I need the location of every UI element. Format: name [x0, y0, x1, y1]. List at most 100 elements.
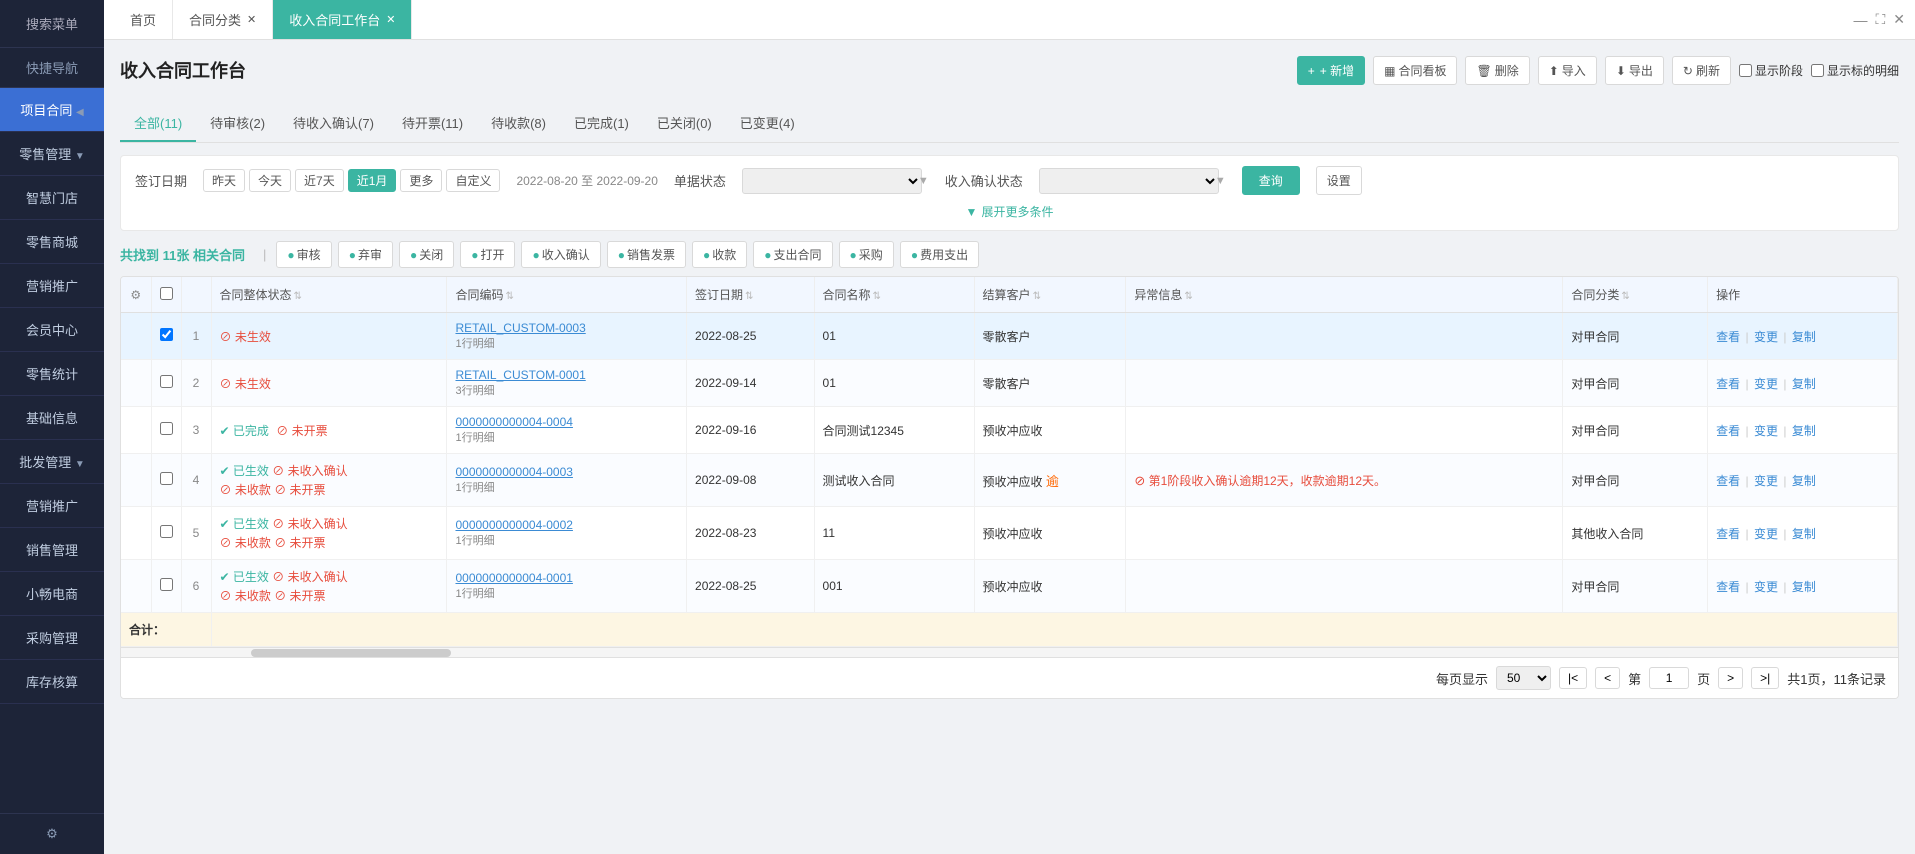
- horizontal-scrollbar[interactable]: [121, 647, 1898, 657]
- expand-filter-btn[interactable]: ▼ 展开更多条件: [966, 203, 1054, 220]
- row2-view-btn[interactable]: 查看: [1716, 377, 1740, 391]
- sidebar-item-wholesale[interactable]: 批发管理 ▼: [0, 440, 104, 484]
- show-mark-input[interactable]: [1811, 64, 1824, 77]
- tab-home[interactable]: 首页: [114, 0, 173, 39]
- minimize-icon[interactable]: —: [1853, 12, 1867, 28]
- tab-close-income-workbench[interactable]: ✕: [386, 13, 395, 26]
- new-button[interactable]: ++ 新增: [1297, 56, 1365, 85]
- row3-view-btn[interactable]: 查看: [1716, 424, 1740, 438]
- close-contract-btn[interactable]: ● 关闭: [399, 241, 454, 268]
- row5-view-btn[interactable]: 查看: [1716, 527, 1740, 541]
- row6-code-link[interactable]: 0000000000004-0001: [455, 571, 678, 585]
- sidebar-item-retail-mall[interactable]: 零售商城: [0, 220, 104, 264]
- row3-copy-btn[interactable]: 复制: [1792, 424, 1816, 438]
- row6-copy-btn[interactable]: 复制: [1792, 580, 1816, 594]
- delete-button[interactable]: 🗑删除: [1465, 56, 1529, 85]
- refresh-button[interactable]: ↻刷新: [1672, 56, 1731, 85]
- row1-code-link[interactable]: RETAIL_CUSTOM-0003: [455, 321, 678, 335]
- maximize-icon[interactable]: ⛶: [1875, 11, 1885, 28]
- col-name[interactable]: 合同名称⇅: [814, 277, 974, 313]
- first-page-btn[interactable]: |<: [1559, 667, 1587, 689]
- sidebar-item-marketing[interactable]: 营销推广: [0, 264, 104, 308]
- tab-contract-category[interactable]: 合同分类 ✕: [173, 0, 273, 39]
- date-today[interactable]: 今天: [249, 169, 291, 192]
- sidebar-item-project[interactable]: 项目合同 ◀: [0, 88, 104, 132]
- last-page-btn[interactable]: >|: [1751, 667, 1779, 689]
- row5-checkbox[interactable]: [151, 507, 181, 560]
- collect-btn[interactable]: ● 收款: [692, 241, 747, 268]
- contract-panel-button[interactable]: ▦合同看板: [1373, 56, 1457, 85]
- row6-view-btn[interactable]: 查看: [1716, 580, 1740, 594]
- sidebar-item-smart-store[interactable]: 智慧门店: [0, 176, 104, 220]
- close-icon[interactable]: ✕: [1893, 11, 1905, 28]
- row3-checkbox[interactable]: [151, 407, 181, 454]
- row1-view-btn[interactable]: 查看: [1716, 330, 1740, 344]
- status-tab-pending-income[interactable]: 待收入确认(7): [279, 105, 388, 142]
- audit-btn[interactable]: ● 审核: [276, 241, 331, 268]
- prev-page-btn[interactable]: <: [1595, 667, 1620, 689]
- sidebar-nav[interactable]: 快捷导航: [0, 48, 104, 88]
- tab-close-contract-category[interactable]: ✕: [247, 13, 256, 26]
- sidebar-item-member[interactable]: 会员中心: [0, 308, 104, 352]
- next-page-btn[interactable]: >: [1718, 667, 1743, 689]
- row6-change-btn[interactable]: 变更: [1754, 580, 1778, 594]
- date-yesterday[interactable]: 昨天: [203, 169, 245, 192]
- sidebar-item-sales-mgmt[interactable]: 销售管理: [0, 528, 104, 572]
- col-abnormal[interactable]: 异常信息⇅: [1126, 277, 1563, 313]
- col-status[interactable]: 合同整体状态⇅: [211, 277, 447, 313]
- status-tab-changed[interactable]: 已变更(4): [726, 105, 809, 142]
- sidebar-settings[interactable]: ⚙: [0, 813, 104, 854]
- filter-settings-button[interactable]: 设置: [1316, 166, 1362, 195]
- sidebar-item-stock[interactable]: 库存核算: [0, 660, 104, 704]
- status-tab-pending-payment[interactable]: 待收款(8): [477, 105, 560, 142]
- sidebar-item-retail-stats[interactable]: 零售统计: [0, 352, 104, 396]
- select-all-checkbox[interactable]: [160, 287, 173, 300]
- tab-income-workbench[interactable]: 收入合同工作台 ✕: [273, 0, 412, 39]
- row4-change-btn[interactable]: 变更: [1754, 474, 1778, 488]
- doc-status-select[interactable]: [742, 168, 922, 194]
- row2-copy-btn[interactable]: 复制: [1792, 377, 1816, 391]
- row6-checkbox[interactable]: [151, 560, 181, 613]
- cost-out-btn[interactable]: ● 费用支出: [900, 241, 979, 268]
- sidebar-item-ecommerce[interactable]: 小畅电商: [0, 572, 104, 616]
- row4-view-btn[interactable]: 查看: [1716, 474, 1740, 488]
- sidebar-item-purchase[interactable]: 采购管理: [0, 616, 104, 660]
- row5-code-link[interactable]: 0000000000004-0002: [455, 518, 678, 532]
- expense-out-btn[interactable]: ● 支出合同: [753, 241, 832, 268]
- show-stage-checkbox[interactable]: 显示阶段: [1739, 62, 1803, 79]
- row2-checkbox[interactable]: [151, 360, 181, 407]
- row1-checkbox[interactable]: [151, 313, 181, 360]
- row4-copy-btn[interactable]: 复制: [1792, 474, 1816, 488]
- sidebar-item-marketing2[interactable]: 营销推广: [0, 484, 104, 528]
- row1-change-btn[interactable]: 变更: [1754, 330, 1778, 344]
- col-sign-date[interactable]: 签订日期⇅: [687, 277, 815, 313]
- sales-invoice-btn[interactable]: ● 销售发票: [607, 241, 686, 268]
- show-mark-checkbox[interactable]: 显示标的明细: [1811, 62, 1899, 79]
- row2-code-link[interactable]: RETAIL_CUSTOM-0001: [455, 368, 678, 382]
- status-tab-completed[interactable]: 已完成(1): [560, 105, 643, 142]
- purchase-btn[interactable]: ● 采购: [839, 241, 894, 268]
- col-code[interactable]: 合同编码⇅: [447, 277, 687, 313]
- row3-change-btn[interactable]: 变更: [1754, 424, 1778, 438]
- status-tab-all[interactable]: 全部(11): [120, 105, 196, 142]
- row3-code-link[interactable]: 0000000000004-0004: [455, 415, 678, 429]
- col-customer[interactable]: 结算客户⇅: [974, 277, 1126, 313]
- row5-copy-btn[interactable]: 复制: [1792, 527, 1816, 541]
- print-btn[interactable]: ● 打开: [460, 241, 515, 268]
- date-more[interactable]: 更多: [400, 169, 442, 192]
- date-1month[interactable]: 近1月: [348, 169, 397, 192]
- show-stage-input[interactable]: [1739, 64, 1752, 77]
- import-button[interactable]: ⬆导入: [1538, 56, 1597, 85]
- col-category[interactable]: 合同分类⇅: [1563, 277, 1708, 313]
- export-button[interactable]: ⬇导出: [1605, 56, 1664, 85]
- abandon-btn[interactable]: ● 弃审: [338, 241, 393, 268]
- status-tab-closed[interactable]: 已关闭(0): [643, 105, 726, 142]
- scrollbar-thumb[interactable]: [251, 649, 451, 657]
- income-confirm-select[interactable]: [1039, 168, 1219, 194]
- sidebar-item-retail[interactable]: 零售管理 ▼: [0, 132, 104, 176]
- row4-code-link[interactable]: 0000000000004-0003: [455, 465, 678, 479]
- row4-checkbox[interactable]: [151, 454, 181, 507]
- page-size-select[interactable]: 50 10 20 100: [1496, 666, 1551, 690]
- col-gear[interactable]: ⚙: [121, 277, 151, 313]
- sidebar-search[interactable]: 搜索菜单: [0, 0, 104, 48]
